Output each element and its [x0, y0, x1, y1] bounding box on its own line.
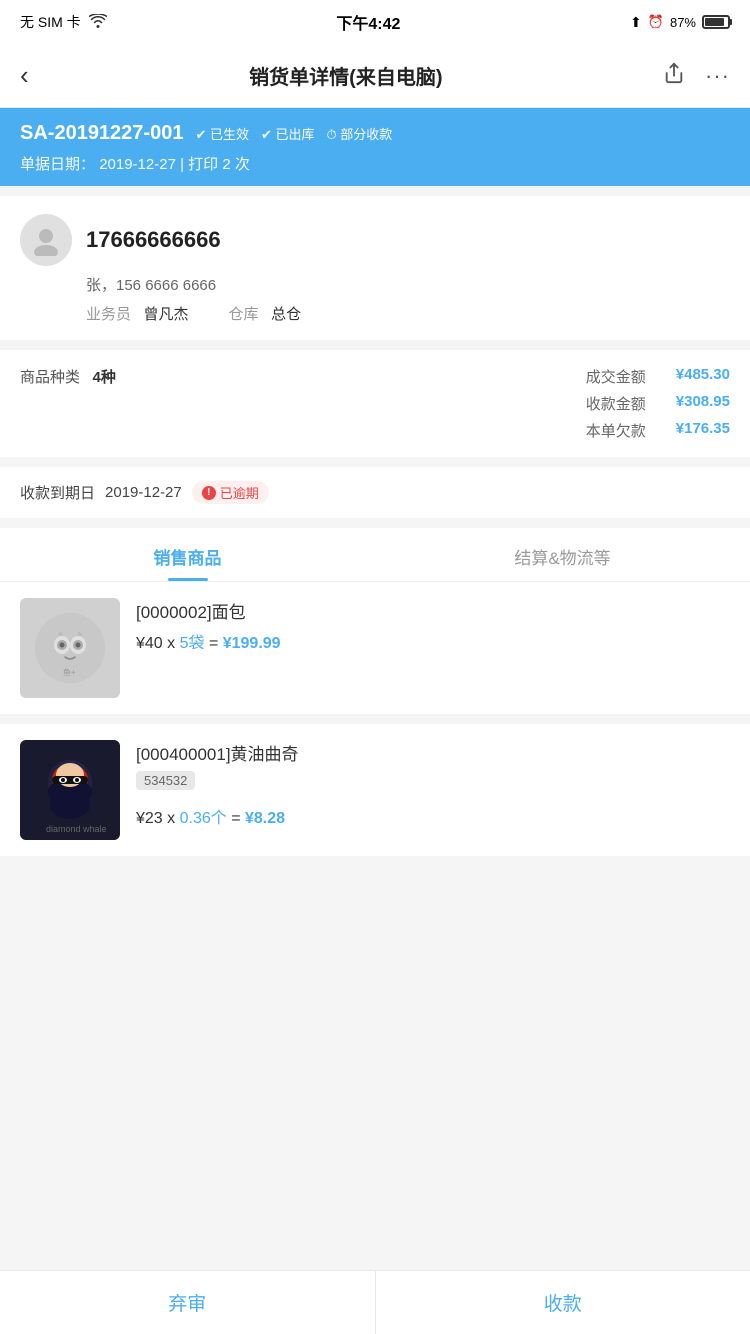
battery-percentage: 87% [670, 15, 696, 30]
customer-name: 17666666666 [86, 227, 221, 253]
overdue-icon: ! [202, 486, 216, 500]
salesperson-value: 曾凡杰 [144, 306, 189, 323]
badge-shipped: ✔ 已出库 [261, 124, 315, 143]
warehouse-label: 仓库 [229, 306, 259, 323]
header-banner: SA-20191227-001 ✔ 已生效 ✔ 已出库 ⏱ 部分收款 单据日期：… [0, 108, 750, 186]
share-button[interactable] [663, 62, 685, 90]
table-row: 鱼+ [0000002]面包 ¥40 x 5袋 = ¥199.99 [0, 582, 750, 714]
header-print-info: | 打印 2 次 [180, 156, 250, 173]
header-doc-id-row: SA-20191227-001 ✔ 已生效 ✔ 已出库 ⏱ 部分收款 [20, 122, 730, 145]
customer-top: 17666666666 [20, 214, 730, 266]
product-price-text-2: ¥23 x [136, 810, 180, 827]
warehouse-value: 总仓 [271, 306, 301, 323]
tab-settlement-label: 结算&物流等 [514, 549, 610, 568]
wifi-icon [89, 14, 107, 31]
owed-row: 本单欠款 ¥176.35 [586, 420, 730, 441]
customer-avatar [20, 214, 72, 266]
received-value: ¥308.95 [676, 393, 730, 414]
tab-sales-label: 销售商品 [154, 549, 222, 568]
amount-label: 成交金额 [586, 366, 646, 387]
due-date-value: 2019-12-27 [105, 484, 182, 501]
product-thumbnail-1: 鱼+ [20, 598, 120, 698]
brand-thumbnail: diamond whale [20, 740, 120, 840]
amount-row: 成交金额 ¥485.30 [586, 366, 730, 387]
more-button[interactable]: ··· [705, 63, 730, 89]
product-code-name-2: [000400001]黄油曲奇 [136, 740, 730, 765]
svg-text:鱼+: 鱼+ [63, 667, 76, 677]
product-price-text-1: ¥40 x [136, 635, 180, 652]
warehouse-item: 仓库 总仓 [229, 303, 302, 324]
tab-settlement[interactable]: 结算&物流等 [375, 528, 750, 581]
due-section: 收款到期日 2019-12-27 ! 已逾期 [0, 467, 750, 518]
product-sep-2: = [227, 810, 245, 827]
back-button[interactable]: ‹ [20, 60, 29, 91]
badge-partial: ⏱ 部分收款 [327, 124, 393, 143]
badge-active: ✔ 已生效 [195, 124, 249, 143]
product-total-2: ¥8.28 [245, 810, 285, 827]
nav-bar: ‹ 销货单详情(来自电脑) ··· [0, 44, 750, 108]
collect-button[interactable]: 收款 [376, 1271, 750, 1334]
products-section: 鱼+ [0000002]面包 ¥40 x 5袋 = ¥199.99 [0, 582, 750, 856]
status-left: 无 SIM 卡 [20, 12, 107, 32]
overdue-badge: ! 已逾期 [192, 481, 269, 504]
owl-thumbnail: 鱼+ [20, 598, 120, 698]
product-qty-1: 5袋 [180, 635, 205, 652]
overdue-text: 已逾期 [220, 483, 259, 502]
product-sep-1: = [205, 635, 223, 652]
status-right: ⬆ ⏰ 87% [630, 14, 730, 31]
product-info-2: [000400001]黄油曲奇 534532 ¥23 x 0.36个 = ¥8.… [136, 740, 730, 828]
amount-value: ¥485.30 [676, 366, 730, 387]
header-date-label: 单据日期： [20, 156, 95, 173]
product-qty-2: 0.36个 [180, 810, 227, 827]
product-thumbnail-2: diamond whale [20, 740, 120, 840]
status-bar: 无 SIM 卡 下午4:42 ⬆ ⏰ 87% [0, 0, 750, 44]
salesperson-label: 业务员 [86, 306, 131, 323]
customer-section: 17666666666 张，156 6666 6666 业务员 曾凡杰 仓库 总… [0, 196, 750, 340]
tabs-section: 销售商品 结算&物流等 [0, 528, 750, 582]
received-label: 收款金额 [586, 393, 646, 414]
tab-sales-goods[interactable]: 销售商品 [0, 528, 375, 581]
page-title: 销货单详情(来自电脑) [249, 61, 442, 90]
alarm-icon: ⏰ [648, 14, 664, 30]
reject-label: 弃审 [168, 1289, 206, 1316]
product-price-row-2: ¥23 x 0.36个 = ¥8.28 [136, 804, 730, 828]
carrier-text: 无 SIM 卡 [20, 12, 81, 32]
collect-label: 收款 [544, 1289, 582, 1316]
reject-button[interactable]: 弃审 [0, 1271, 376, 1334]
product-total-1: ¥199.99 [223, 635, 281, 652]
product-price-row-1: ¥40 x 5袋 = ¥199.99 [136, 629, 730, 653]
customer-meta: 业务员 曾凡杰 仓库 总仓 [86, 303, 730, 324]
product-info-1: [0000002]面包 ¥40 x 5袋 = ¥199.99 [136, 598, 730, 653]
product-batch-2: 534532 [136, 771, 195, 790]
customer-info: 张，156 6666 6666 [86, 274, 730, 295]
svg-text:diamond whale: diamond whale [46, 824, 107, 834]
product-code-name-1: [0000002]面包 [136, 598, 730, 623]
received-row: 收款金额 ¥308.95 [586, 393, 730, 414]
product-type-value: 4种 [93, 369, 116, 386]
stats-section: 商品种类 4种 成交金额 ¥485.30 收款金额 ¥308.95 本单欠款 ¥… [0, 350, 750, 457]
header-date-row: 单据日期： 2019-12-27 | 打印 2 次 [20, 153, 730, 174]
table-row: diamond whale [000400001]黄油曲奇 534532 ¥23… [0, 724, 750, 856]
owed-label: 本单欠款 [586, 420, 646, 441]
battery-icon [702, 15, 730, 29]
status-time: 下午4:42 [336, 10, 400, 34]
amount-stats: 成交金额 ¥485.30 收款金额 ¥308.95 本单欠款 ¥176.35 [586, 366, 730, 441]
due-date-label: 收款到期日 [20, 482, 95, 503]
location-icon: ⬆ [630, 14, 642, 31]
product-type-label: 商品种类 [20, 369, 80, 386]
product-type-item: 商品种类 4种 [20, 366, 116, 387]
owed-value: ¥176.35 [676, 420, 730, 441]
header-date-value: 2019-12-27 [99, 156, 176, 173]
doc-id: SA-20191227-001 [20, 122, 183, 145]
nav-actions: ··· [663, 62, 730, 90]
salesperson-item: 业务员 曾凡杰 [86, 303, 189, 324]
bottom-bar: 弃审 收款 [0, 1270, 750, 1334]
